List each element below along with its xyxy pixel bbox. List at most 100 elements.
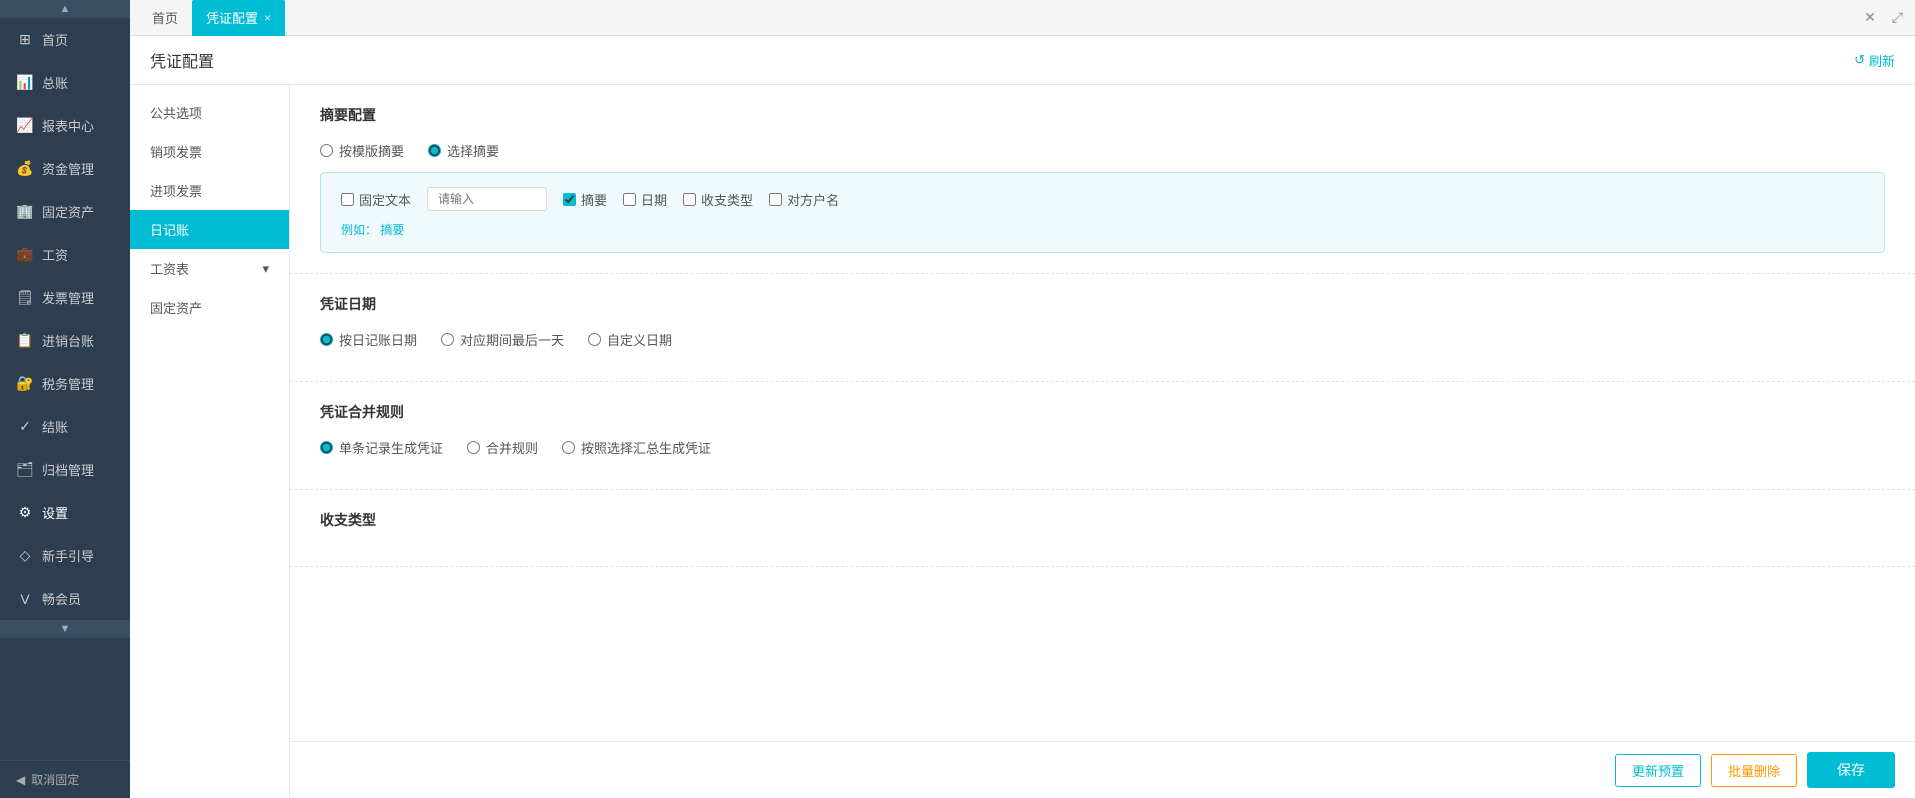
merge-rules-section: 凭证合并规则 单条记录生成凭证 合并规则 按照选择汇总生成凭证 bbox=[290, 382, 1915, 490]
save-button[interactable]: 保存 bbox=[1807, 752, 1895, 788]
radio-single-record-label: 单条记录生成凭证 bbox=[339, 438, 443, 457]
radio-by-selection[interactable]: 按照选择汇总生成凭证 bbox=[562, 438, 711, 457]
sidebar-item-sales-ledger[interactable]: 📋 进销台账 bbox=[0, 319, 130, 362]
radio-by-journal-date[interactable]: 按日记账日期 bbox=[320, 330, 417, 349]
checkbox-fixed-text-label: 固定文本 bbox=[359, 190, 411, 209]
checkbox-date[interactable]: 日期 bbox=[623, 190, 667, 209]
update-preset-button[interactable]: 更新预置 bbox=[1615, 754, 1701, 787]
radio-template-input[interactable] bbox=[320, 144, 333, 157]
sidebar-item-invoice-mgmt[interactable]: 🗒 发票管理 bbox=[0, 276, 130, 319]
radio-merge-rule-input[interactable] bbox=[467, 441, 480, 454]
left-nav-payroll-table[interactable]: 工资表 ▾ bbox=[130, 249, 289, 288]
radio-template-summary[interactable]: 按模版摘要 bbox=[320, 141, 404, 160]
summary-config-title: 摘要配置 bbox=[320, 105, 1885, 125]
example-prefix: 例如： bbox=[341, 223, 377, 237]
radio-custom-date[interactable]: 自定义日期 bbox=[588, 330, 672, 349]
checkbox-summary[interactable]: 摘要 bbox=[563, 190, 607, 209]
fixed-text-input[interactable] bbox=[427, 187, 547, 211]
tab-voucher-config[interactable]: 凭证配置 × bbox=[192, 0, 285, 36]
radio-select-input[interactable] bbox=[428, 144, 441, 157]
radio-last-period-day-label: 对应期间最后一天 bbox=[460, 330, 564, 349]
left-nav-journal[interactable]: 日记账 bbox=[130, 210, 289, 249]
left-nav-purchase-invoice[interactable]: 进项发票 bbox=[130, 171, 289, 210]
settings-icon: ⚙ bbox=[16, 504, 34, 521]
sidebar-item-label: 工资 bbox=[42, 245, 68, 264]
voucher-date-section: 凭证日期 按日记账日期 对应期间最后一天 自定义日期 bbox=[290, 274, 1915, 382]
tab-home[interactable]: 首页 bbox=[138, 0, 192, 36]
radio-select-summary[interactable]: 选择摘要 bbox=[428, 141, 499, 160]
checkbox-date-input[interactable] bbox=[623, 193, 636, 206]
merge-rules-title: 凭证合并规则 bbox=[320, 402, 1885, 422]
checkbox-date-label: 日期 bbox=[641, 190, 667, 209]
expand-arrow-icon: ▾ bbox=[262, 261, 269, 277]
sidebar-scroll-down[interactable]: ▼ bbox=[0, 620, 130, 638]
radio-single-record-input[interactable] bbox=[320, 441, 333, 454]
home-icon: ⊞ bbox=[16, 31, 34, 48]
checkbox-fixed-text[interactable]: 固定文本 bbox=[341, 190, 411, 209]
sidebar-item-label: 畅会员 bbox=[42, 589, 81, 608]
checkbox-counterparty[interactable]: 对方户名 bbox=[769, 190, 839, 209]
radio-by-journal-date-input[interactable] bbox=[320, 333, 333, 346]
voucher-date-title: 凭证日期 bbox=[320, 294, 1885, 314]
radio-single-record[interactable]: 单条记录生成凭证 bbox=[320, 438, 443, 457]
sidebar-item-label: 发票管理 bbox=[42, 288, 94, 307]
sidebar-item-home[interactable]: ⊞ 首页 bbox=[0, 18, 130, 61]
ledger-icon: 📊 bbox=[16, 74, 34, 91]
merge-rules-radio-group: 单条记录生成凭证 合并规则 按照选择汇总生成凭证 bbox=[320, 438, 1885, 457]
radio-last-period-day[interactable]: 对应期间最后一天 bbox=[441, 330, 564, 349]
sidebar-item-label: 资金管理 bbox=[42, 159, 94, 178]
income-type-section: 收支类型 bbox=[290, 490, 1915, 567]
left-nav-public[interactable]: 公共选项 bbox=[130, 93, 289, 132]
sidebar-item-archive[interactable]: 🗂 归档管理 bbox=[0, 448, 130, 491]
summary-config-section: 摘要配置 按模版摘要 选择摘要 bbox=[290, 85, 1915, 274]
left-nav-payroll-table-label: 工资表 bbox=[150, 259, 189, 278]
bottom-bar: 更新预置 批量删除 保存 bbox=[290, 741, 1915, 798]
refresh-button[interactable]: ↺ 刷新 bbox=[1854, 51, 1895, 70]
left-nav-sales-invoice[interactable]: 销项发票 bbox=[130, 132, 289, 171]
checkbox-income-type-label: 收支类型 bbox=[701, 190, 753, 209]
tab-actions: ✕ ⤢ bbox=[1860, 7, 1907, 28]
left-nav-journal-label: 日记账 bbox=[150, 220, 189, 239]
sidebar-item-vip[interactable]: V 畅会员 bbox=[0, 577, 130, 620]
batch-delete-button[interactable]: 批量删除 bbox=[1711, 754, 1797, 787]
radio-by-journal-date-label: 按日记账日期 bbox=[339, 330, 417, 349]
sidebar-item-label: 设置 bbox=[42, 503, 68, 522]
fixed-assets-icon: 🏢 bbox=[16, 203, 34, 220]
resize-window-button[interactable]: ⤢ bbox=[1888, 7, 1907, 28]
checkbox-summary-input[interactable] bbox=[563, 193, 576, 206]
sidebar-item-fixed-assets[interactable]: 🏢 固定资产 bbox=[0, 190, 130, 233]
example-value: 摘要 bbox=[380, 223, 404, 237]
radio-last-period-day-input[interactable] bbox=[441, 333, 454, 346]
sidebar-item-settings[interactable]: ⚙ 设置 bbox=[0, 491, 130, 534]
sidebar-item-tax[interactable]: 🔐 税务管理 bbox=[0, 362, 130, 405]
sidebar-item-closing[interactable]: ✓ 结账 bbox=[0, 405, 130, 448]
radio-custom-date-input[interactable] bbox=[588, 333, 601, 346]
invoice-mgmt-icon: 🗒 bbox=[16, 289, 34, 306]
sidebar-item-reports[interactable]: 📈 报表中心 bbox=[0, 104, 130, 147]
refresh-label: 刷新 bbox=[1869, 51, 1895, 70]
checkbox-row: 固定文本 摘要 日期 bbox=[341, 187, 1864, 211]
sidebar-item-ledger[interactable]: 📊 总账 bbox=[0, 61, 130, 104]
checkbox-fixed-text-input[interactable] bbox=[341, 193, 354, 206]
checkbox-counterparty-input[interactable] bbox=[769, 193, 782, 206]
guide-icon: ◇ bbox=[16, 547, 34, 564]
reports-icon: 📈 bbox=[16, 117, 34, 134]
vip-icon: V bbox=[16, 591, 34, 607]
checkbox-income-type[interactable]: 收支类型 bbox=[683, 190, 753, 209]
left-nav-fixed-assets[interactable]: 固定资产 bbox=[130, 288, 289, 327]
refresh-icon: ↺ bbox=[1854, 52, 1865, 68]
radio-by-selection-input[interactable] bbox=[562, 441, 575, 454]
payroll-icon: 💼 bbox=[16, 246, 34, 263]
sidebar-item-label: 结账 bbox=[42, 417, 68, 436]
radio-merge-rule[interactable]: 合并规则 bbox=[467, 438, 538, 457]
sidebar-item-label: 首页 bbox=[42, 30, 68, 49]
sidebar-item-funds[interactable]: 💰 资金管理 bbox=[0, 147, 130, 190]
sidebar-scroll-up[interactable]: ▲ bbox=[0, 0, 130, 18]
cancel-fixed-btn[interactable]: ◀ 取消固定 bbox=[0, 760, 130, 798]
checkbox-summary-label: 摘要 bbox=[581, 190, 607, 209]
sidebar-item-payroll[interactable]: 💼 工资 bbox=[0, 233, 130, 276]
checkbox-income-type-input[interactable] bbox=[683, 193, 696, 206]
sidebar-item-guide[interactable]: ◇ 新手引导 bbox=[0, 534, 130, 577]
tab-close-button[interactable]: × bbox=[264, 11, 271, 25]
close-window-button[interactable]: ✕ bbox=[1860, 7, 1880, 28]
